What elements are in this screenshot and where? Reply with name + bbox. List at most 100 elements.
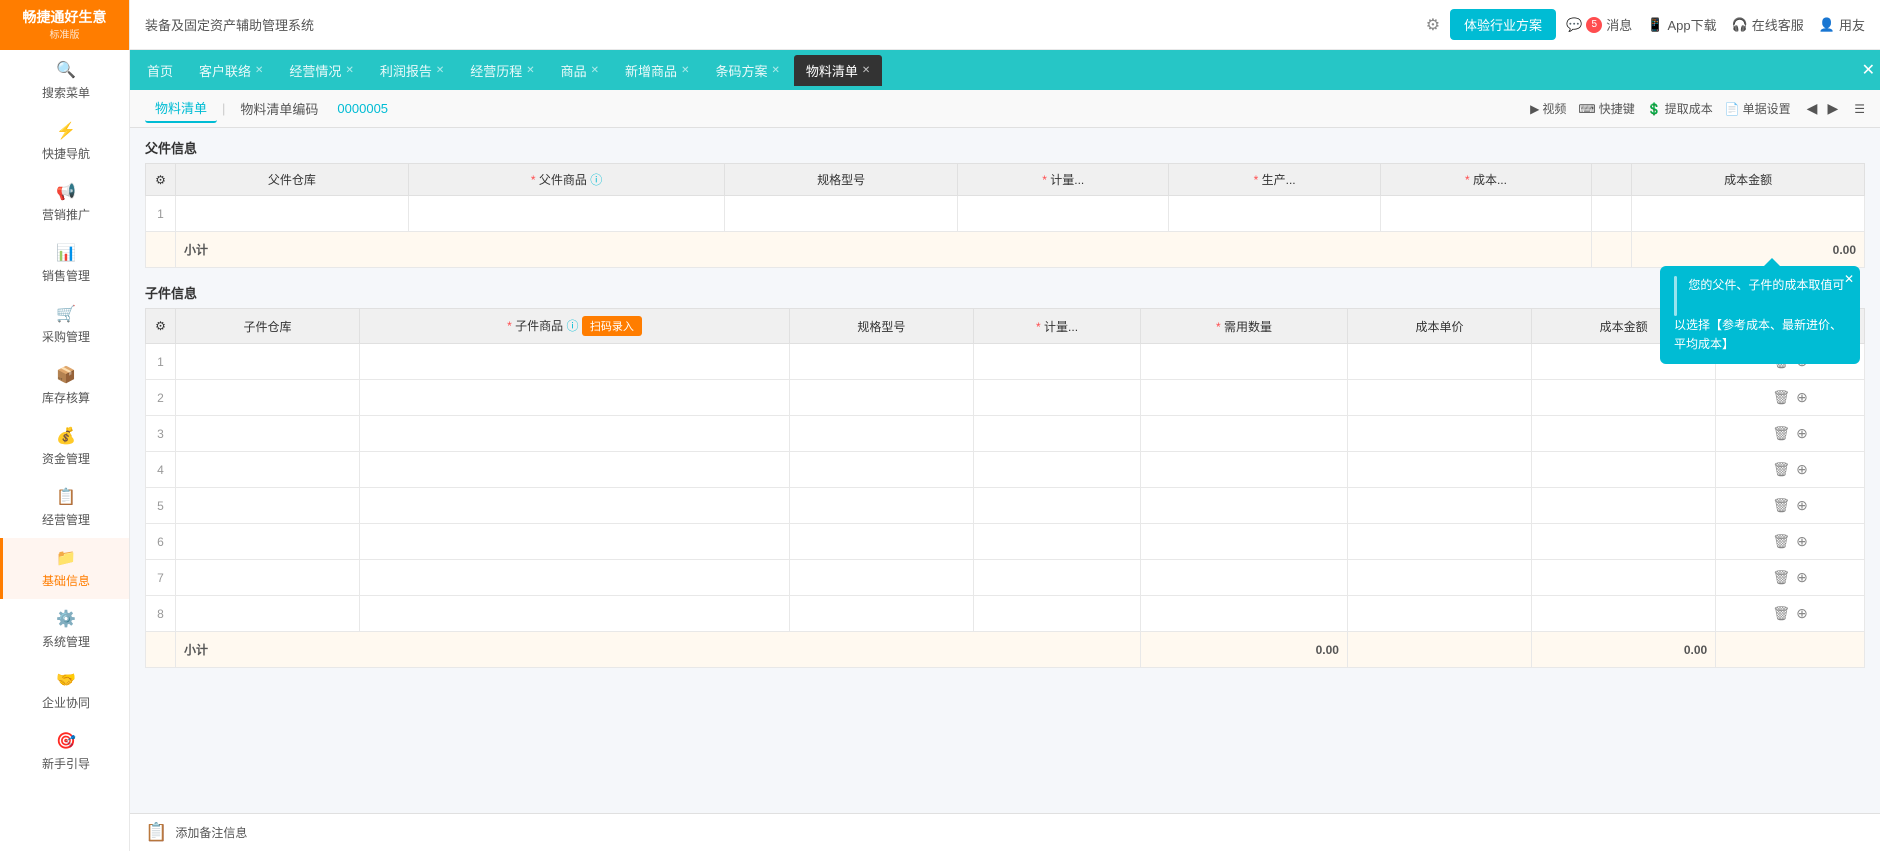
child-unit-cell[interactable] — [973, 452, 1140, 488]
sidebar-item-guide[interactable]: 🎯 新手引导 — [0, 721, 129, 782]
child-spec-cell[interactable] — [789, 488, 973, 524]
child-spec-cell[interactable] — [789, 596, 973, 632]
child-warehouse-cell[interactable] — [176, 524, 360, 560]
copy-icon[interactable]: ⊕ — [1796, 389, 1808, 406]
shortcut-action[interactable]: ⌨ 快捷键 — [1578, 100, 1634, 117]
tab-close-icon[interactable]: ✕ — [255, 65, 263, 76]
parent-spec-cell[interactable] — [725, 196, 958, 232]
child-unit-cell[interactable] — [973, 416, 1140, 452]
child-warehouse-cell[interactable] — [176, 452, 360, 488]
child-unit-cost-cell[interactable] — [1347, 524, 1531, 560]
tab-customer[interactable]: 客户联络 ✕ — [187, 55, 275, 86]
child-unit-cell[interactable] — [973, 560, 1140, 596]
sub-tab-bom-code[interactable]: 物料清单编码 — [230, 95, 328, 122]
tab-home[interactable]: 首页 — [135, 55, 185, 86]
child-unit-cost-cell[interactable] — [1347, 488, 1531, 524]
child-cost-amount-cell[interactable] — [1532, 416, 1716, 452]
scan-button[interactable]: 扫码录入 — [582, 316, 642, 336]
sidebar-item-purchase[interactable]: 🛒 采购管理 — [0, 294, 129, 355]
delete-icon[interactable]: 🗑 — [1772, 605, 1790, 622]
copy-icon[interactable]: ⊕ — [1796, 461, 1808, 478]
nav-close-button[interactable]: ✕ — [1862, 60, 1875, 80]
parent-cost-cell[interactable] — [1380, 196, 1591, 232]
prev-arrow[interactable]: ◀ — [1803, 98, 1822, 119]
child-spec-cell[interactable] — [789, 524, 973, 560]
child-unit-cell[interactable] — [973, 596, 1140, 632]
child-unit-cell[interactable] — [973, 488, 1140, 524]
child-qty-cell[interactable] — [1141, 524, 1348, 560]
tab-close-icon[interactable]: ✕ — [591, 65, 599, 76]
sidebar-item-sales[interactable]: 📊 销售管理 — [0, 233, 129, 294]
child-warehouse-cell[interactable] — [176, 344, 360, 380]
sidebar-item-marketing[interactable]: 📢 营销推广 — [0, 172, 129, 233]
copy-icon[interactable]: ⊕ — [1796, 533, 1808, 550]
sidebar-item-ops[interactable]: 📋 经营管理 — [0, 477, 129, 538]
tab-bom[interactable]: 物料清单 ✕ — [794, 55, 882, 86]
user-button[interactable]: 👤 用友 — [1819, 15, 1865, 34]
child-cost-amount-cell[interactable] — [1532, 380, 1716, 416]
child-qty-cell[interactable] — [1141, 560, 1348, 596]
tab-close-icon[interactable]: ✕ — [436, 65, 444, 76]
child-goods-cell[interactable] — [360, 416, 790, 452]
child-warehouse-cell[interactable] — [176, 560, 360, 596]
delete-icon[interactable]: 🗑 — [1772, 461, 1790, 478]
tab-history[interactable]: 经营历程 ✕ — [458, 55, 546, 86]
sub-tab-bom-list[interactable]: 物料清单 — [145, 94, 217, 123]
copy-icon[interactable]: ⊕ — [1796, 605, 1808, 622]
child-spec-cell[interactable] — [789, 380, 973, 416]
parent-goods-cell[interactable] — [408, 196, 724, 232]
online-service-button[interactable]: 🎧 在线客服 — [1732, 15, 1804, 34]
child-unit-cost-cell[interactable] — [1347, 380, 1531, 416]
child-spec-cell[interactable] — [789, 344, 973, 380]
child-unit-cost-cell[interactable] — [1347, 416, 1531, 452]
view-toggle-icon[interactable]: ☰ — [1854, 102, 1865, 116]
child-spec-cell[interactable] — [789, 452, 973, 488]
child-cost-amount-cell[interactable] — [1532, 452, 1716, 488]
tab-profit[interactable]: 利润报告 ✕ — [368, 55, 456, 86]
child-goods-cell[interactable] — [360, 452, 790, 488]
tab-close-icon[interactable]: ✕ — [771, 65, 779, 76]
child-cost-amount-cell[interactable] — [1532, 596, 1716, 632]
tab-close-icon[interactable]: ✕ — [862, 65, 870, 76]
child-unit-cell[interactable] — [973, 380, 1140, 416]
child-unit-cost-cell[interactable] — [1347, 344, 1531, 380]
child-goods-cell[interactable] — [360, 344, 790, 380]
app-download-button[interactable]: 📱 App下载 — [1647, 15, 1716, 34]
delete-icon[interactable]: 🗑 — [1772, 533, 1790, 550]
tooltip-close-button[interactable]: ✕ — [1844, 270, 1854, 289]
child-warehouse-cell[interactable] — [176, 596, 360, 632]
sidebar-item-system[interactable]: ⚙️ 系统管理 — [0, 599, 129, 660]
child-unit-cell[interactable] — [973, 524, 1140, 560]
trial-button[interactable]: 体验行业方案 — [1450, 9, 1556, 40]
delete-icon[interactable]: 🗑 — [1772, 389, 1790, 406]
tab-barcode[interactable]: 条码方案 ✕ — [703, 55, 791, 86]
child-goods-cell[interactable] — [360, 596, 790, 632]
sidebar-item-inventory[interactable]: 📦 库存核算 — [0, 355, 129, 416]
child-qty-cell[interactable] — [1141, 488, 1348, 524]
settings-icon[interactable]: ⚙ — [1426, 15, 1440, 35]
tab-new-goods[interactable]: 新增商品 ✕ — [613, 55, 701, 86]
child-unit-cost-cell[interactable] — [1347, 452, 1531, 488]
parent-cost-amount-cell[interactable] — [1632, 196, 1865, 232]
copy-icon[interactable]: ⊕ — [1796, 569, 1808, 586]
child-qty-cell[interactable] — [1141, 416, 1348, 452]
child-warehouse-cell[interactable] — [176, 416, 360, 452]
next-arrow[interactable]: ▶ — [1823, 98, 1842, 119]
child-cost-amount-cell[interactable] — [1532, 524, 1716, 560]
child-qty-cell[interactable] — [1141, 344, 1348, 380]
sidebar-item-finance[interactable]: 💰 资金管理 — [0, 416, 129, 477]
child-col-settings[interactable]: ⚙ — [146, 309, 176, 344]
parent-warehouse-cell[interactable] — [176, 196, 409, 232]
child-warehouse-cell[interactable] — [176, 488, 360, 524]
child-cost-amount-cell[interactable] — [1532, 560, 1716, 596]
parent-unit-cell[interactable] — [958, 196, 1169, 232]
tab-close-icon[interactable]: ✕ — [526, 65, 534, 76]
child-unit-cost-cell[interactable] — [1347, 560, 1531, 596]
child-goods-cell[interactable] — [360, 380, 790, 416]
child-spec-cell[interactable] — [789, 416, 973, 452]
child-unit-cost-cell[interactable] — [1347, 596, 1531, 632]
delete-icon[interactable]: 🗑 — [1772, 497, 1790, 514]
sidebar-item-search[interactable]: 🔍 搜索菜单 — [0, 50, 129, 111]
sidebar-item-quick-nav[interactable]: ⚡ 快捷导航 — [0, 111, 129, 172]
copy-icon[interactable]: ⊕ — [1796, 425, 1808, 442]
